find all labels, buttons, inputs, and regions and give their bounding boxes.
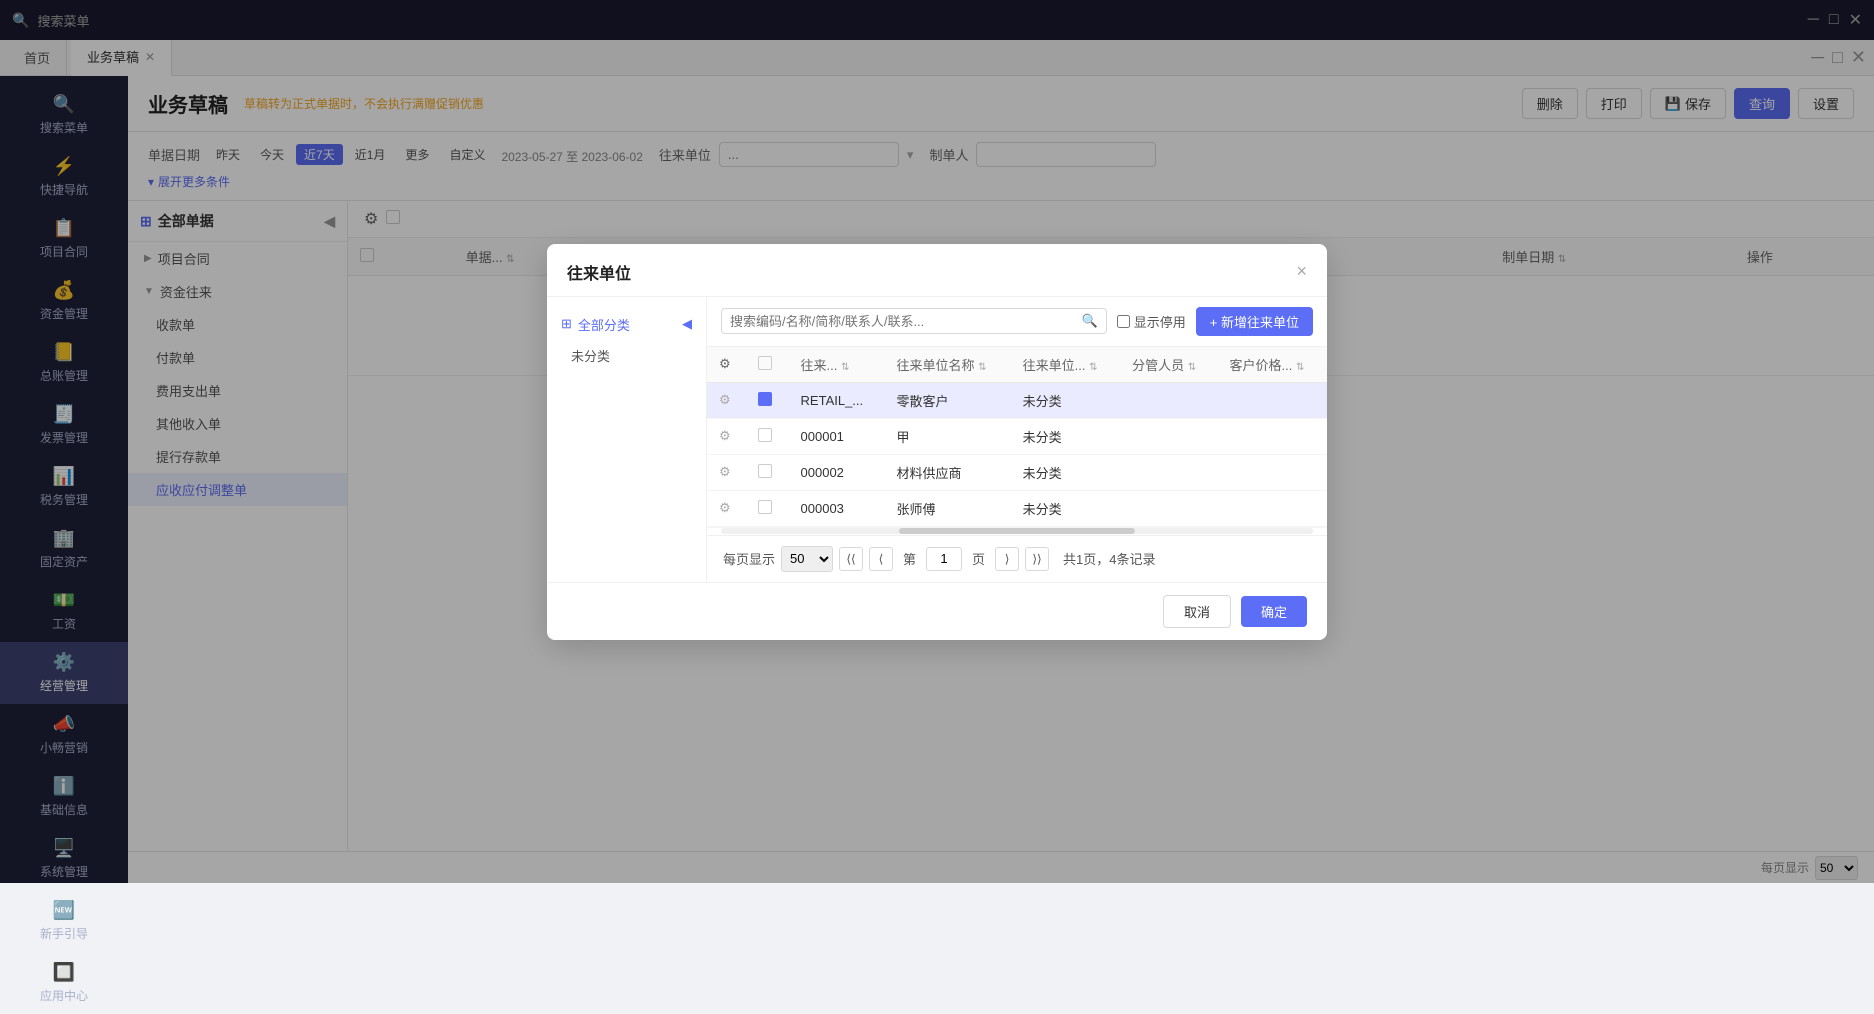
prev-page-btn[interactable]: ⟨ bbox=[869, 547, 893, 571]
row-salesperson-cell bbox=[1120, 454, 1217, 490]
row-checkbox[interactable] bbox=[758, 392, 772, 406]
modal-th-code: 往来... ⇅ bbox=[789, 347, 885, 383]
per-page-label: 每页显示 bbox=[723, 549, 775, 568]
row-name-cell: 零散客户 bbox=[884, 382, 1010, 418]
modal-thead-checkbox[interactable] bbox=[758, 356, 772, 370]
row-gear-icon: ⚙ bbox=[719, 464, 731, 479]
row-gear-icon: ⚙ bbox=[719, 500, 731, 515]
modal-search-icon: 🔍 bbox=[1082, 313, 1098, 329]
next-page-btn[interactable]: ⟩ bbox=[995, 547, 1019, 571]
scroll-track bbox=[721, 528, 1313, 534]
row-settings-cell: ⚙ bbox=[707, 490, 746, 526]
last-page-btn[interactable]: ⟩⟩ bbox=[1025, 547, 1049, 571]
row-checkbox-cell bbox=[746, 454, 788, 490]
app-center-icon: 🔲 bbox=[53, 962, 75, 983]
page-label: 第 bbox=[903, 549, 916, 568]
row-code-cell: 000003 bbox=[789, 490, 885, 526]
row-price-level-cell bbox=[1218, 382, 1327, 418]
page-number-input[interactable] bbox=[926, 547, 962, 571]
sort-price-icon: ⇅ bbox=[1296, 362, 1304, 373]
modal-footer: 取消 确定 bbox=[547, 582, 1327, 640]
guide-icon: 🆕 bbox=[53, 900, 75, 921]
modal-tree-collapse-btn[interactable]: ◀ bbox=[682, 316, 692, 332]
page-suffix: 页 bbox=[972, 549, 985, 568]
row-price-level-cell bbox=[1218, 418, 1327, 454]
modal-search-box[interactable]: 🔍 bbox=[721, 308, 1107, 334]
row-code-cell: RETAIL_... bbox=[789, 382, 885, 418]
row-settings-cell: ⚙ bbox=[707, 382, 746, 418]
row-checkbox-cell bbox=[746, 490, 788, 526]
new-partner-btn[interactable]: + 新增往来单位 bbox=[1196, 307, 1313, 336]
sort-code-icon: ⇅ bbox=[841, 362, 849, 373]
modal-scrollbar[interactable] bbox=[707, 527, 1327, 535]
row-salesperson-cell bbox=[1120, 490, 1217, 526]
row-name-cell: 甲 bbox=[884, 418, 1010, 454]
modal-tree-all-btn[interactable]: ⊞ 全部分类 ◀ bbox=[547, 309, 706, 340]
row-price-level-cell bbox=[1218, 454, 1327, 490]
show-disabled-label[interactable]: 显示停用 bbox=[1117, 312, 1186, 331]
modal-th-checkbox bbox=[746, 347, 788, 383]
modal-table-row[interactable]: ⚙ 000003 张师傅 未分类 bbox=[707, 490, 1327, 526]
confirm-button[interactable]: 确定 bbox=[1241, 596, 1307, 627]
per-page-select[interactable]: 5020100 bbox=[781, 546, 833, 572]
modal-table-row[interactable]: ⚙ RETAIL_... 零散客户 未分类 bbox=[707, 382, 1327, 418]
modal-overlay: 往来单位 × ⊞ 全部分类 ◀ 未分类 bbox=[0, 0, 1874, 883]
grid-icon-modal: ⊞ bbox=[561, 316, 572, 332]
sidebar-item-guide-label: 新手引导 bbox=[40, 925, 88, 942]
modal-th-name: 往来单位名称 ⇅ bbox=[884, 347, 1010, 383]
modal-tree-all-label: 全部分类 bbox=[578, 315, 630, 334]
modal-tree-unclassified-label: 未分类 bbox=[571, 349, 610, 364]
row-code-cell: 000001 bbox=[789, 418, 885, 454]
sidebar-item-app-label: 应用中心 bbox=[40, 987, 88, 1004]
row-category-cell: 未分类 bbox=[1011, 418, 1120, 454]
modal-search-input[interactable] bbox=[730, 314, 1076, 329]
row-category-cell: 未分类 bbox=[1011, 454, 1120, 490]
sort-category-icon: ⇅ bbox=[1089, 362, 1097, 373]
row-gear-icon: ⚙ bbox=[719, 428, 731, 443]
row-category-cell: 未分类 bbox=[1011, 490, 1120, 526]
total-info: 共1页，4条记录 bbox=[1063, 549, 1155, 568]
modal-content: 🔍 显示停用 + 新增往来单位 ⚙ bbox=[707, 297, 1327, 582]
row-settings-cell: ⚙ bbox=[707, 454, 746, 490]
cancel-button[interactable]: 取消 bbox=[1163, 595, 1231, 628]
modal-th-price-level: 客户价格... ⇅ bbox=[1218, 347, 1327, 383]
modal-header: 往来单位 × bbox=[547, 244, 1327, 297]
row-checkbox[interactable] bbox=[758, 500, 772, 514]
row-checkbox-cell bbox=[746, 382, 788, 418]
sort-name-icon: ⇅ bbox=[978, 362, 986, 373]
row-checkbox-cell bbox=[746, 418, 788, 454]
modal-title: 往来单位 bbox=[567, 260, 631, 284]
sidebar-item-guide[interactable]: 🆕 新手引导 bbox=[0, 890, 128, 952]
first-page-btn[interactable]: ⟨⟨ bbox=[839, 547, 863, 571]
row-gear-icon: ⚙ bbox=[719, 392, 731, 407]
row-price-level-cell bbox=[1218, 490, 1327, 526]
row-settings-cell: ⚙ bbox=[707, 418, 746, 454]
row-name-cell: 材料供应商 bbox=[884, 454, 1010, 490]
modal-tree: ⊞ 全部分类 ◀ 未分类 bbox=[547, 297, 707, 582]
row-salesperson-cell bbox=[1120, 418, 1217, 454]
show-disabled-checkbox[interactable] bbox=[1117, 315, 1130, 328]
modal-toolbar: 🔍 显示停用 + 新增往来单位 bbox=[707, 297, 1327, 347]
modal-table: ⚙ 往来... ⇅ 往来单位名称 ⇅ 往来单位... ⇅ 分管人员 ⇅ 客户价格… bbox=[707, 347, 1327, 527]
scroll-thumb[interactable] bbox=[899, 528, 1136, 534]
row-category-cell: 未分类 bbox=[1011, 382, 1120, 418]
modal-th-category: 往来单位... ⇅ bbox=[1011, 347, 1120, 383]
modal-table-row[interactable]: ⚙ 000001 甲 未分类 bbox=[707, 418, 1327, 454]
modal-table-wrap: ⚙ 往来... ⇅ 往来单位名称 ⇅ 往来单位... ⇅ 分管人员 ⇅ 客户价格… bbox=[707, 347, 1327, 527]
sidebar-item-app-center[interactable]: 🔲 应用中心 bbox=[0, 952, 128, 1014]
row-salesperson-cell bbox=[1120, 382, 1217, 418]
modal-pagination: 每页显示 5020100 ⟨⟨ ⟨ 第 页 ⟩ ⟩⟩ 共1页，4条记录 bbox=[707, 535, 1327, 582]
modal-body: ⊞ 全部分类 ◀ 未分类 🔍 显示停用 bbox=[547, 297, 1327, 582]
partner-modal: 往来单位 × ⊞ 全部分类 ◀ 未分类 bbox=[547, 244, 1327, 640]
modal-th-settings[interactable]: ⚙ bbox=[707, 347, 746, 383]
row-checkbox[interactable] bbox=[758, 428, 772, 442]
modal-tree-unclassified[interactable]: 未分类 bbox=[547, 340, 706, 371]
modal-table-row[interactable]: ⚙ 000002 材料供应商 未分类 bbox=[707, 454, 1327, 490]
row-name-cell: 张师傅 bbox=[884, 490, 1010, 526]
row-checkbox[interactable] bbox=[758, 464, 772, 478]
modal-close-btn[interactable]: × bbox=[1296, 261, 1307, 282]
modal-th-salesperson: 分管人员 ⇅ bbox=[1120, 347, 1217, 383]
row-code-cell: 000002 bbox=[789, 454, 885, 490]
sort-salesperson-icon: ⇅ bbox=[1188, 362, 1196, 373]
